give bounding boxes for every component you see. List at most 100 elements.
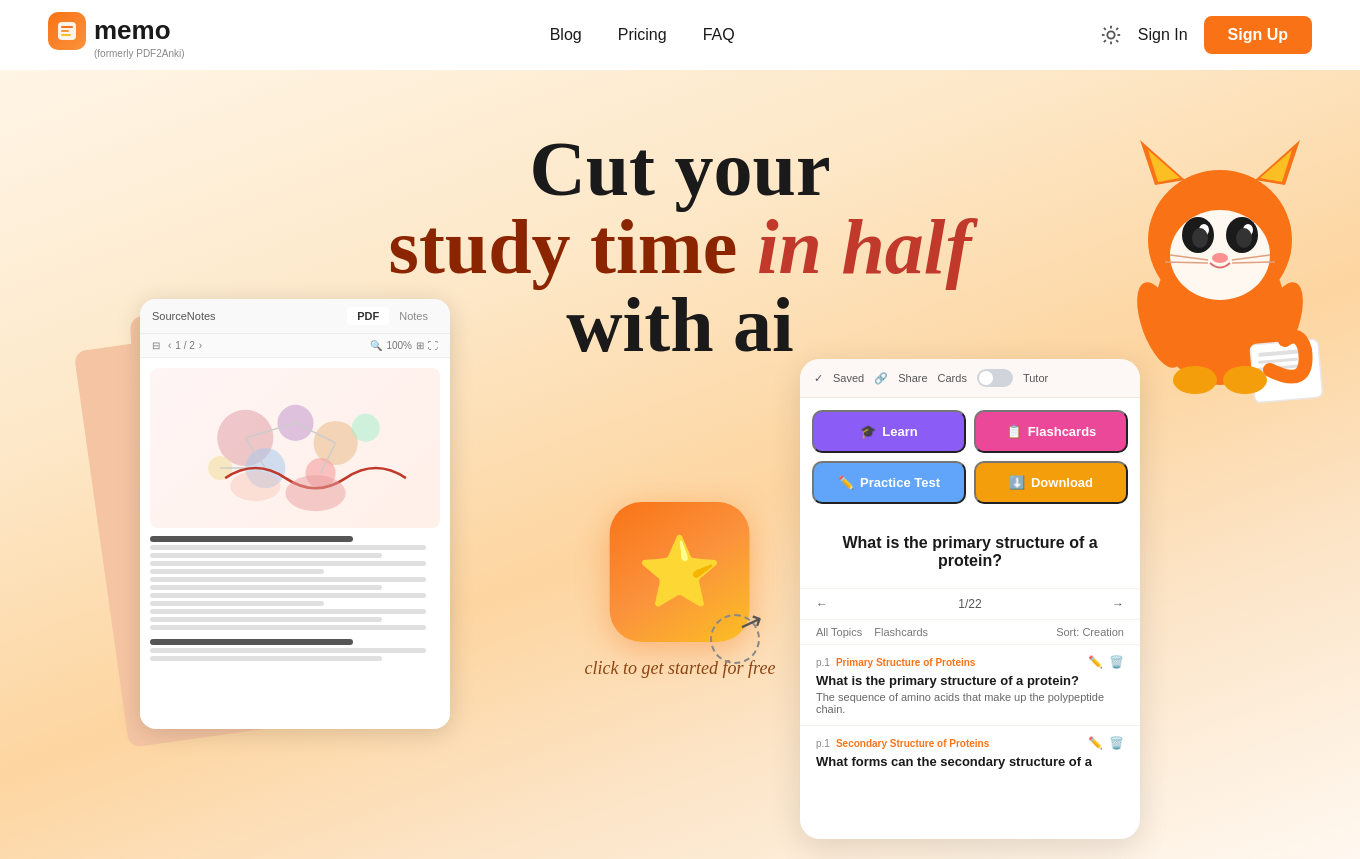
tablet-content	[140, 358, 450, 723]
right-panel-top: ✓ Saved 🔗 Share Cards Tutor	[800, 359, 1140, 398]
signup-button[interactable]: Sign Up	[1204, 16, 1312, 54]
item1-edit-icon[interactable]: ✏️	[1088, 655, 1103, 669]
hero-line3: with ai	[389, 286, 972, 364]
panel-nav: ← 1/22 →	[800, 589, 1140, 620]
practice-test-button[interactable]: ✏️ Practice Test	[812, 461, 966, 504]
share-icon: 🔗	[874, 372, 888, 385]
toggle-switch[interactable]	[977, 369, 1013, 387]
toolbar-icon-zoom-out: ⊟	[152, 340, 160, 351]
item1-question: What is the primary structure of a prote…	[816, 673, 1124, 688]
hero-line2-italic: in half	[757, 203, 972, 290]
text-line	[150, 601, 324, 606]
practice-icon: ✏️	[838, 475, 854, 490]
text-line	[150, 593, 426, 598]
panel-item-2: p.1 Secondary Structure of Proteins ✏️ 🗑…	[800, 726, 1140, 779]
learn-label: Learn	[882, 424, 917, 439]
filter-sort[interactable]: Sort: Creation	[1056, 626, 1124, 638]
click-to-start-text[interactable]: click to get started for free	[585, 658, 776, 679]
svg-point-38	[1192, 228, 1208, 248]
logo-area: memo (formerly PDF2Anki)	[48, 12, 185, 59]
logo-icon	[48, 12, 86, 50]
hero-line2: study time in half	[389, 208, 972, 286]
text-line	[150, 536, 353, 542]
text-line	[150, 609, 426, 614]
nav-right: Sign In Sign Up	[1100, 16, 1312, 54]
text-line	[150, 545, 426, 550]
right-panel-buttons: 🎓 Learn 📋 Flashcards ✏️ Practice Test ⬇️…	[800, 398, 1140, 516]
item2-delete-icon[interactable]: 🗑️	[1109, 736, 1124, 750]
text-line	[150, 577, 426, 582]
logo-text: memo	[94, 15, 171, 46]
text-line	[150, 656, 382, 661]
text-line	[150, 553, 382, 558]
learn-button[interactable]: 🎓 Learn	[812, 410, 966, 453]
text-line	[150, 625, 426, 630]
panel-nav-next[interactable]: →	[1112, 597, 1124, 611]
signin-button[interactable]: Sign In	[1138, 26, 1188, 44]
svg-point-52	[1223, 366, 1267, 394]
filter-all[interactable]: All Topics	[816, 626, 862, 638]
share-label: Share	[898, 372, 927, 384]
nav-blog[interactable]: Blog	[550, 26, 582, 43]
nav-faq[interactable]: FAQ	[703, 26, 735, 43]
panel-main-question: What is the primary structure of a prote…	[800, 516, 1140, 589]
nav-pricing[interactable]: Pricing	[618, 26, 667, 43]
item2-edit-icon[interactable]: ✏️	[1088, 736, 1103, 750]
svg-point-51	[1173, 366, 1217, 394]
svg-point-39	[1236, 228, 1252, 248]
right-panel: ✓ Saved 🔗 Share Cards Tutor 🎓 Learn 📋 Fl…	[800, 359, 1140, 839]
saved-label: Saved	[833, 372, 864, 384]
molecule-image	[150, 368, 440, 528]
logo-sub: (formerly PDF2Anki)	[94, 48, 185, 59]
tab-pdf[interactable]: PDF	[347, 307, 389, 325]
panel-nav-count: 1/22	[958, 597, 981, 611]
hero-section: Cut your study time in half with ai Sour…	[0, 70, 1360, 859]
text-line	[150, 569, 324, 574]
item1-page: p.1	[816, 657, 830, 668]
practice-label: Practice Test	[860, 475, 940, 490]
text-line	[150, 561, 426, 566]
svg-point-25	[285, 475, 345, 511]
text-lines	[150, 536, 440, 661]
svg-rect-1	[61, 26, 73, 28]
flashcards-label: Flashcards	[1028, 424, 1097, 439]
text-line	[150, 648, 426, 653]
check-icon: ✓	[814, 372, 823, 385]
toolbar-zoom-icon: 🔍	[370, 340, 382, 351]
toolbar-page-next[interactable]: ›	[199, 340, 202, 351]
mascot	[1110, 130, 1330, 410]
item1-answer: The sequence of amino acids that make up…	[816, 691, 1124, 715]
panel-filter: All Topics Flashcards Sort: Creation	[800, 620, 1140, 645]
filter-flashcards[interactable]: Flashcards	[874, 626, 928, 638]
flashcards-button[interactable]: 📋 Flashcards	[974, 410, 1128, 453]
theme-toggle-button[interactable]	[1100, 24, 1122, 46]
svg-point-19	[351, 414, 379, 442]
text-line	[150, 639, 353, 645]
cards-label: Cards	[938, 372, 967, 384]
download-button[interactable]: ⬇️ Download	[974, 461, 1128, 504]
panel-item-1: p.1 Primary Structure of Proteins ✏️ 🗑️ …	[800, 645, 1140, 726]
item1-delete-icon[interactable]: 🗑️	[1109, 655, 1124, 669]
item2-page: p.1	[816, 738, 830, 749]
item1-tag: Primary Structure of Proteins	[836, 657, 975, 668]
item2-tag: Secondary Structure of Proteins	[836, 738, 989, 749]
toolbar-page-prev[interactable]: ‹	[168, 340, 171, 351]
svg-point-26	[230, 471, 280, 501]
flashcards-icon: 📋	[1006, 424, 1022, 439]
svg-line-9	[1104, 28, 1106, 30]
item2-question: What forms can the secondary structure o…	[816, 754, 1124, 769]
svg-line-42	[1165, 262, 1208, 263]
learn-icon: 🎓	[860, 424, 876, 439]
svg-line-10	[1116, 40, 1118, 42]
panel-nav-prev[interactable]: ←	[816, 597, 828, 611]
svg-line-12	[1116, 28, 1118, 30]
navbar: memo (formerly PDF2Anki) Blog Pricing FA…	[0, 0, 1360, 70]
svg-rect-2	[61, 30, 69, 32]
svg-point-40	[1212, 253, 1228, 263]
tablet-title: SourceNotes	[152, 310, 216, 322]
svg-rect-3	[61, 34, 71, 36]
text-line	[150, 585, 382, 590]
tutor-label: Tutor	[1023, 372, 1048, 384]
toolbar-page-num: 1 / 2	[175, 340, 194, 351]
text-line	[150, 617, 382, 622]
